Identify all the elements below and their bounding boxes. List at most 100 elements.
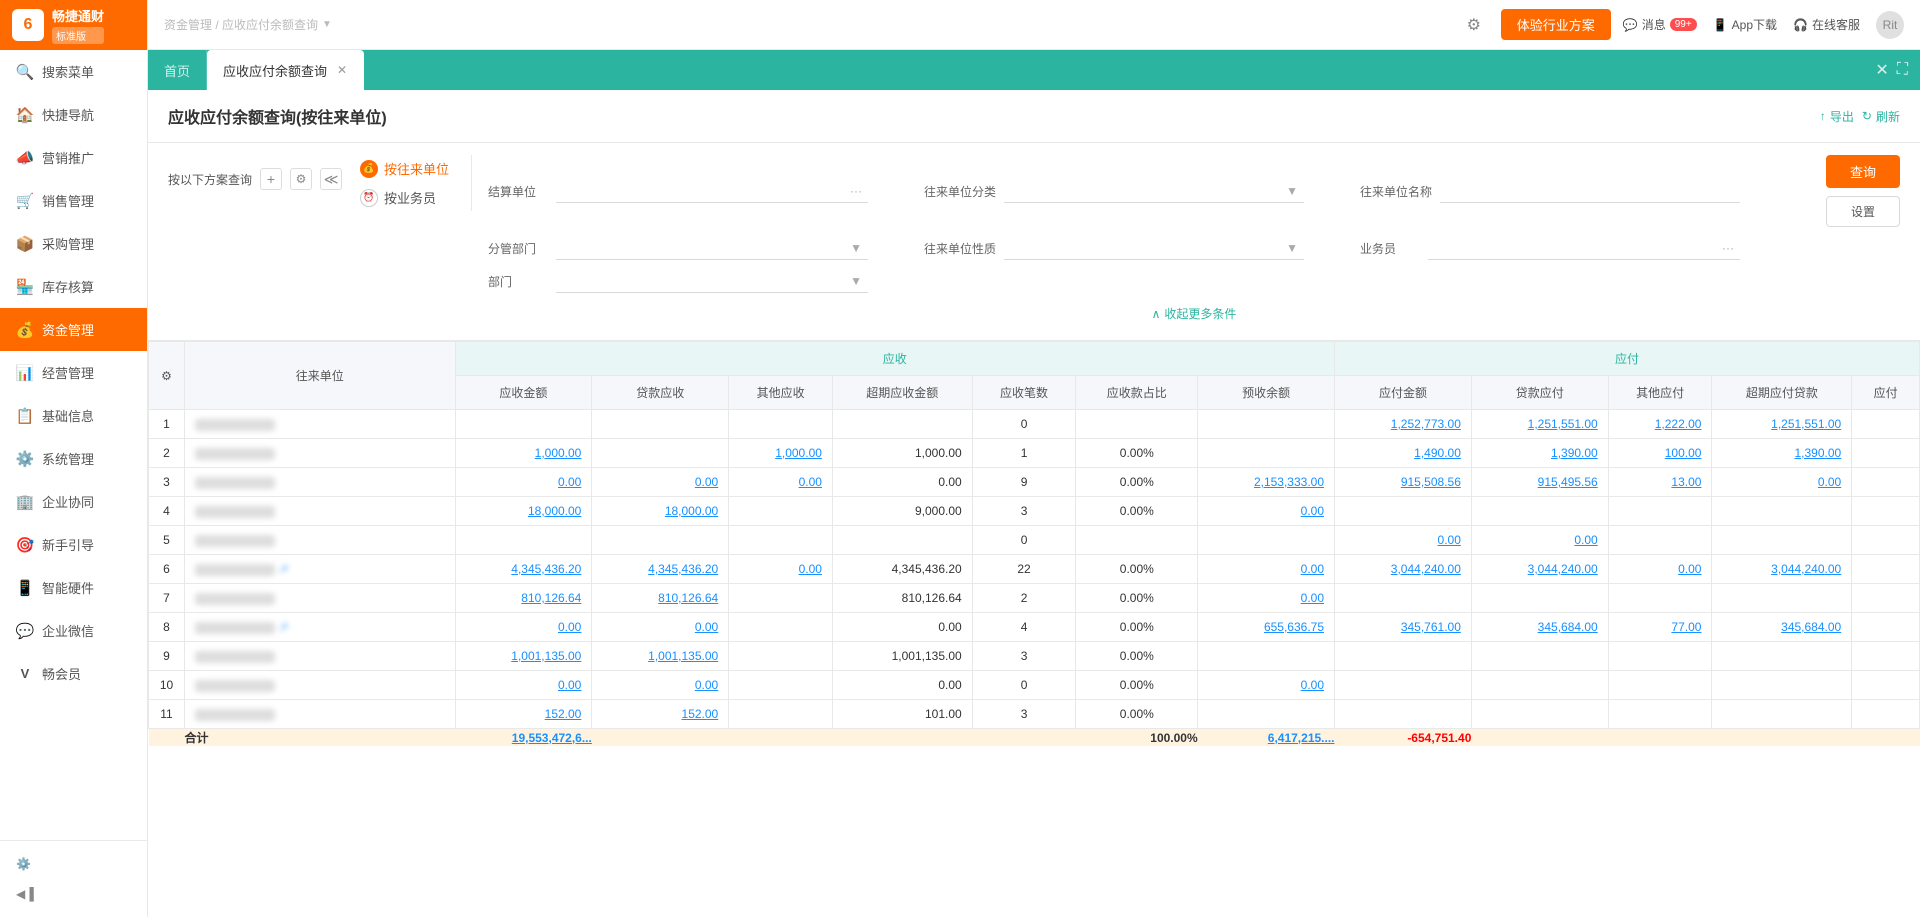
filter-input-partner-name[interactable] [1446,184,1734,198]
sidebar-item-marketing[interactable]: 📣 营销推广 [0,136,147,179]
sidebar-item-member[interactable]: V 畅会员 [0,652,147,695]
td-ar-prepay[interactable] [1198,526,1335,555]
td-ar-other[interactable] [729,584,833,613]
td-ar-other[interactable]: 0.00 [729,468,833,497]
sidebar-item-wechat[interactable]: 💬 企业微信 [0,609,147,652]
filter-input-partner-category[interactable] [1010,184,1286,198]
td-ar-other[interactable] [729,700,833,729]
td-ar-amount[interactable]: 18,000.00 [455,497,592,526]
td-ap-other[interactable]: 77.00 [1608,613,1712,642]
sidebar-item-basic-info[interactable]: 📋 基础信息 [0,394,147,437]
td-ar-loan[interactable] [592,526,729,555]
filter-select-partner-category[interactable]: ▼ [1004,180,1304,203]
sidebar-item-hardware[interactable]: 📱 智能硬件 [0,566,147,609]
td-ar-other[interactable] [729,526,833,555]
td-ap-other[interactable] [1608,671,1712,700]
td-ar-prepay[interactable]: 655,636.75 [1198,613,1335,642]
filter-select-dept[interactable]: ▼ [556,270,868,293]
filter-input-dept-manager[interactable] [562,241,850,255]
td-ar-prepay[interactable] [1198,700,1335,729]
user-avatar[interactable]: Rit [1876,11,1904,39]
td-ap-other[interactable] [1608,497,1712,526]
export-btn[interactable]: ↑ 导出 [1820,108,1854,125]
filter-add-btn[interactable]: + [260,168,282,190]
td-ap-amount[interactable] [1335,700,1472,729]
td-ar-amount[interactable]: 0.00 [455,613,592,642]
trial-btn[interactable]: 体验行业方案 [1501,9,1611,40]
td-ar-loan[interactable]: 0.00 [592,671,729,700]
td-ap-overdue[interactable] [1712,671,1852,700]
sidebar-item-guide[interactable]: 🎯 新手引导 [0,523,147,566]
td-ap-amount[interactable]: 345,761.00 [1335,613,1472,642]
td-ar-prepay[interactable]: 0.00 [1198,497,1335,526]
td-ap-loan[interactable] [1471,642,1608,671]
td-ap-loan[interactable] [1471,700,1608,729]
td-ap-amount[interactable]: 3,044,240.00 [1335,555,1472,584]
td-ar-loan[interactable]: 152.00 [592,700,729,729]
filter-input-settlement[interactable] [562,184,850,198]
td-ap-amount[interactable]: 915,508.56 [1335,468,1472,497]
td-ap-amount[interactable]: 0.00 [1335,526,1472,555]
td-ap-other[interactable] [1608,700,1712,729]
filter-collapse-btn[interactable]: ≪ [320,168,342,190]
td-ap-overdue[interactable]: 1,390.00 [1712,439,1852,468]
td-ap-overdue[interactable]: 0.00 [1712,468,1852,497]
footer-ar-total[interactable]: 19,553,472,6... [455,729,592,747]
online-service-btn[interactable]: 🎧 在线客服 [1793,16,1860,33]
td-ap-overdue[interactable] [1712,584,1852,613]
filter-select-dept-manager[interactable]: ▼ [556,237,868,260]
td-ar-loan[interactable] [592,410,729,439]
td-ar-prepay[interactable]: 0.00 [1198,555,1335,584]
filter-settings-btn[interactable]: ⚙ [290,168,312,190]
td-ap-overdue[interactable] [1712,497,1852,526]
td-ap-overdue[interactable]: 345,684.00 [1712,613,1852,642]
td-ap-amount[interactable] [1335,642,1472,671]
td-ar-prepay[interactable]: 0.00 [1198,584,1335,613]
td-ar-amount[interactable]: 1,000.00 [455,439,592,468]
td-ap-overdue[interactable] [1712,700,1852,729]
tab-close-all-icon[interactable]: ✕ [1875,60,1888,80]
filter-input-salesman[interactable] [1434,241,1722,255]
col-settings-header[interactable]: ⚙ [149,342,185,410]
td-ar-amount[interactable]: 0.00 [455,671,592,700]
td-ar-loan[interactable]: 810,126.64 [592,584,729,613]
td-ar-amount[interactable]: 1,001,135.00 [455,642,592,671]
td-ap-amount[interactable] [1335,671,1472,700]
sidebar-item-finance[interactable]: 💰 资金管理 [0,308,147,351]
td-ar-amount[interactable]: 810,126.64 [455,584,592,613]
filter-collapse-btn[interactable]: ∧ 收起更多条件 [488,299,1900,328]
sidebar-item-enterprise[interactable]: 🏢 企业协同 [0,480,147,523]
filter-input-dept[interactable] [562,274,850,288]
td-ar-amount[interactable]: 4,345,436.20 [455,555,592,584]
filter-option-partner[interactable]: 💰 按往来单位 [350,155,459,182]
td-ar-other[interactable] [729,671,833,700]
td-ap-amount[interactable] [1335,497,1472,526]
filter-input-partner-nature[interactable] [1010,241,1286,255]
td-ar-prepay[interactable] [1198,642,1335,671]
td-ap-overdue[interactable]: 1,251,551.00 [1712,410,1852,439]
td-ar-loan[interactable]: 0.00 [592,468,729,497]
td-ap-overdue[interactable] [1712,526,1852,555]
td-ap-amount[interactable]: 1,252,773.00 [1335,410,1472,439]
sidebar-item-inventory[interactable]: 🏪 库存核算 [0,265,147,308]
td-ap-amount[interactable]: 1,490.00 [1335,439,1472,468]
td-ar-amount[interactable] [455,410,592,439]
td-ap-loan[interactable] [1471,497,1608,526]
td-ar-other[interactable]: 0.00 [729,555,833,584]
td-ap-amount[interactable] [1335,584,1472,613]
sidebar-item-system[interactable]: ⚙️ 系统管理 [0,437,147,480]
td-ar-loan[interactable]: 4,345,436.20 [592,555,729,584]
sidebar-settings-btn[interactable]: ⚙️ [0,849,147,879]
td-ap-loan[interactable] [1471,584,1608,613]
td-ap-other[interactable] [1608,526,1712,555]
td-ap-loan[interactable]: 915,495.56 [1471,468,1608,497]
topbar-settings-icon[interactable]: ⚙ [1459,10,1489,40]
td-ar-other[interactable]: 1,000.00 [729,439,833,468]
td-ar-other[interactable] [729,497,833,526]
td-ap-other[interactable] [1608,642,1712,671]
td-ar-loan[interactable]: 18,000.00 [592,497,729,526]
td-ap-overdue[interactable]: 3,044,240.00 [1712,555,1852,584]
td-ar-prepay[interactable] [1198,410,1335,439]
footer-ar-prepay[interactable]: 6,417,215.... [1198,729,1335,747]
td-ar-other[interactable] [729,613,833,642]
